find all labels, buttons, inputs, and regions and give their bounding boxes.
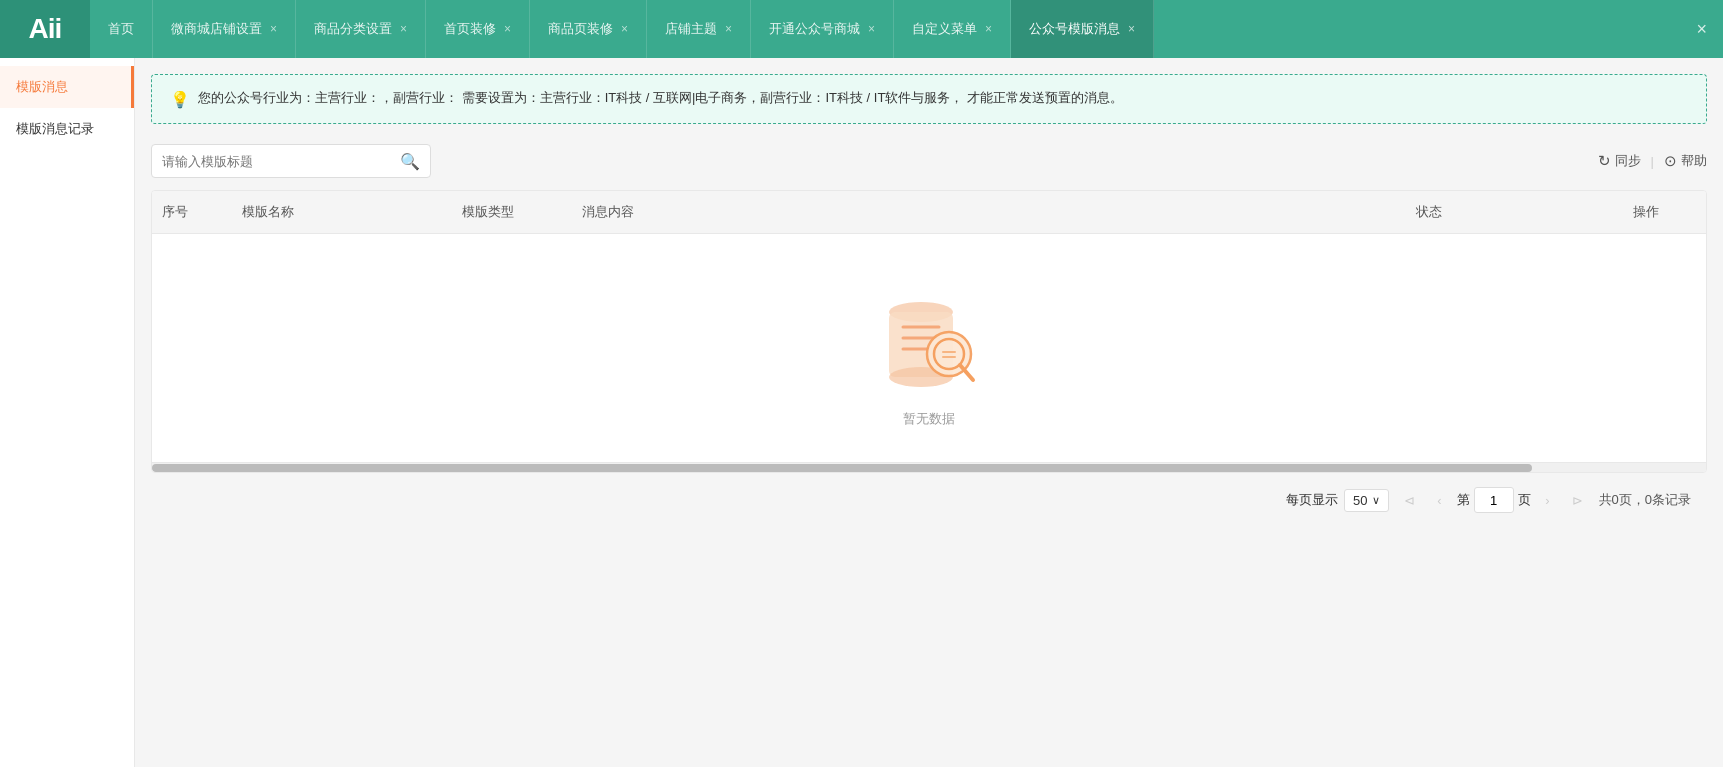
tab-close-product[interactable]: × [621,22,628,36]
sidebar-item-template-msg[interactable]: 模版消息 [0,66,134,108]
empty-text: 暂无数据 [903,410,955,428]
page-first-button[interactable]: ⊲ [1397,487,1423,513]
nav-tabs: 首页微商城店铺设置×商品分类设置×首页装修×商品页装修×店铺主题×开通公众号商城… [90,0,1723,58]
col-action: 操作 [1586,191,1706,233]
page-unit: 页 [1518,491,1531,509]
page-label: 第 [1457,491,1470,509]
scrollbar-thumb[interactable] [152,464,1532,472]
page-last-button[interactable]: ⊳ [1565,487,1591,513]
empty-state: 暂无数据 [152,234,1706,458]
search-input-wrap[interactable]: 🔍 [151,144,431,178]
tab-homepage[interactable]: 首页装修× [426,0,530,58]
tab-product[interactable]: 商品页装修× [530,0,647,58]
search-input[interactable] [162,154,400,169]
sync-button[interactable]: ↻ 同步 [1598,152,1641,170]
search-bar: 🔍 ↻ 同步 | ⊙ 帮助 [151,144,1707,178]
tab-mall[interactable]: 开通公众号商城× [751,0,894,58]
notice-icon: 💡 [170,90,190,109]
col-status: 状态 [1406,191,1586,233]
tab-close-mall[interactable]: × [868,22,875,36]
notice-text: 您的公众号行业为：主营行业：，副营行业： 需要设置为：主营行业：IT科技 / 互… [198,89,1123,107]
top-nav: Aii 首页微商城店铺设置×商品分类设置×首页装修×商品页装修×店铺主题×开通公… [0,0,1723,58]
tab-close-wshop[interactable]: × [270,22,277,36]
tab-template[interactable]: 公众号模版消息× [1011,0,1154,58]
tab-menu[interactable]: 自定义菜单× [894,0,1011,58]
page-nav: ⊲ ‹ 第 页 › ⊳ [1397,487,1591,513]
search-actions: ↻ 同步 | ⊙ 帮助 [1598,152,1707,170]
tab-category[interactable]: 商品分类设置× [296,0,426,58]
scrollbar-area[interactable] [152,462,1706,472]
layout: 模版消息模版消息记录 💡 您的公众号行业为：主营行业：，副营行业： 需要设置为：… [0,58,1723,767]
pagination: 每页显示 50 ∨ ⊲ ‹ 第 页 › ⊳ 共0页，0条记录 [151,473,1707,527]
col-seq: 序号 [152,191,232,233]
table-header: 序号 模版名称 模版类型 消息内容 状态 操作 [152,191,1706,234]
help-icon: ⊙ [1664,152,1677,170]
col-content: 消息内容 [572,191,1406,233]
tab-wshop[interactable]: 微商城店铺设置× [153,0,296,58]
close-all-button[interactable]: × [1696,19,1707,40]
tab-theme[interactable]: 店铺主题× [647,0,751,58]
help-button[interactable]: ⊙ 帮助 [1664,152,1707,170]
tab-close-category[interactable]: × [400,22,407,36]
sync-icon: ↻ [1598,152,1611,170]
sidebar: 模版消息模版消息记录 [0,58,135,767]
page-total: 共0页，0条记录 [1599,491,1691,509]
tab-close-homepage[interactable]: × [504,22,511,36]
tab-close-template[interactable]: × [1128,22,1135,36]
per-page-dropdown[interactable]: 50 ∨ [1344,489,1388,512]
tab-home[interactable]: 首页 [90,0,153,58]
col-type: 模版类型 [452,191,572,233]
table-wrapper: 序号 模版名称 模版类型 消息内容 状态 操作 [151,190,1707,473]
page-next-button[interactable]: › [1535,487,1561,513]
tab-close-menu[interactable]: × [985,22,992,36]
main-content: 💡 您的公众号行业为：主营行业：，副营行业： 需要设置为：主营行业：IT科技 /… [135,58,1723,767]
search-icon[interactable]: 🔍 [400,152,420,171]
per-page-select: 每页显示 50 ∨ [1286,489,1388,512]
per-page-label: 每页显示 [1286,491,1338,509]
sidebar-item-template-log[interactable]: 模版消息记录 [0,108,134,150]
empty-illustration [869,274,989,394]
col-name: 模版名称 [232,191,452,233]
page-input[interactable] [1474,487,1514,513]
dropdown-arrow-icon: ∨ [1372,494,1380,507]
divider: | [1651,154,1654,169]
app-logo: Aii [0,0,90,58]
tab-close-theme[interactable]: × [725,22,732,36]
notice-box: 💡 您的公众号行业为：主营行业：，副营行业： 需要设置为：主营行业：IT科技 /… [151,74,1707,124]
page-prev-button[interactable]: ‹ [1427,487,1453,513]
